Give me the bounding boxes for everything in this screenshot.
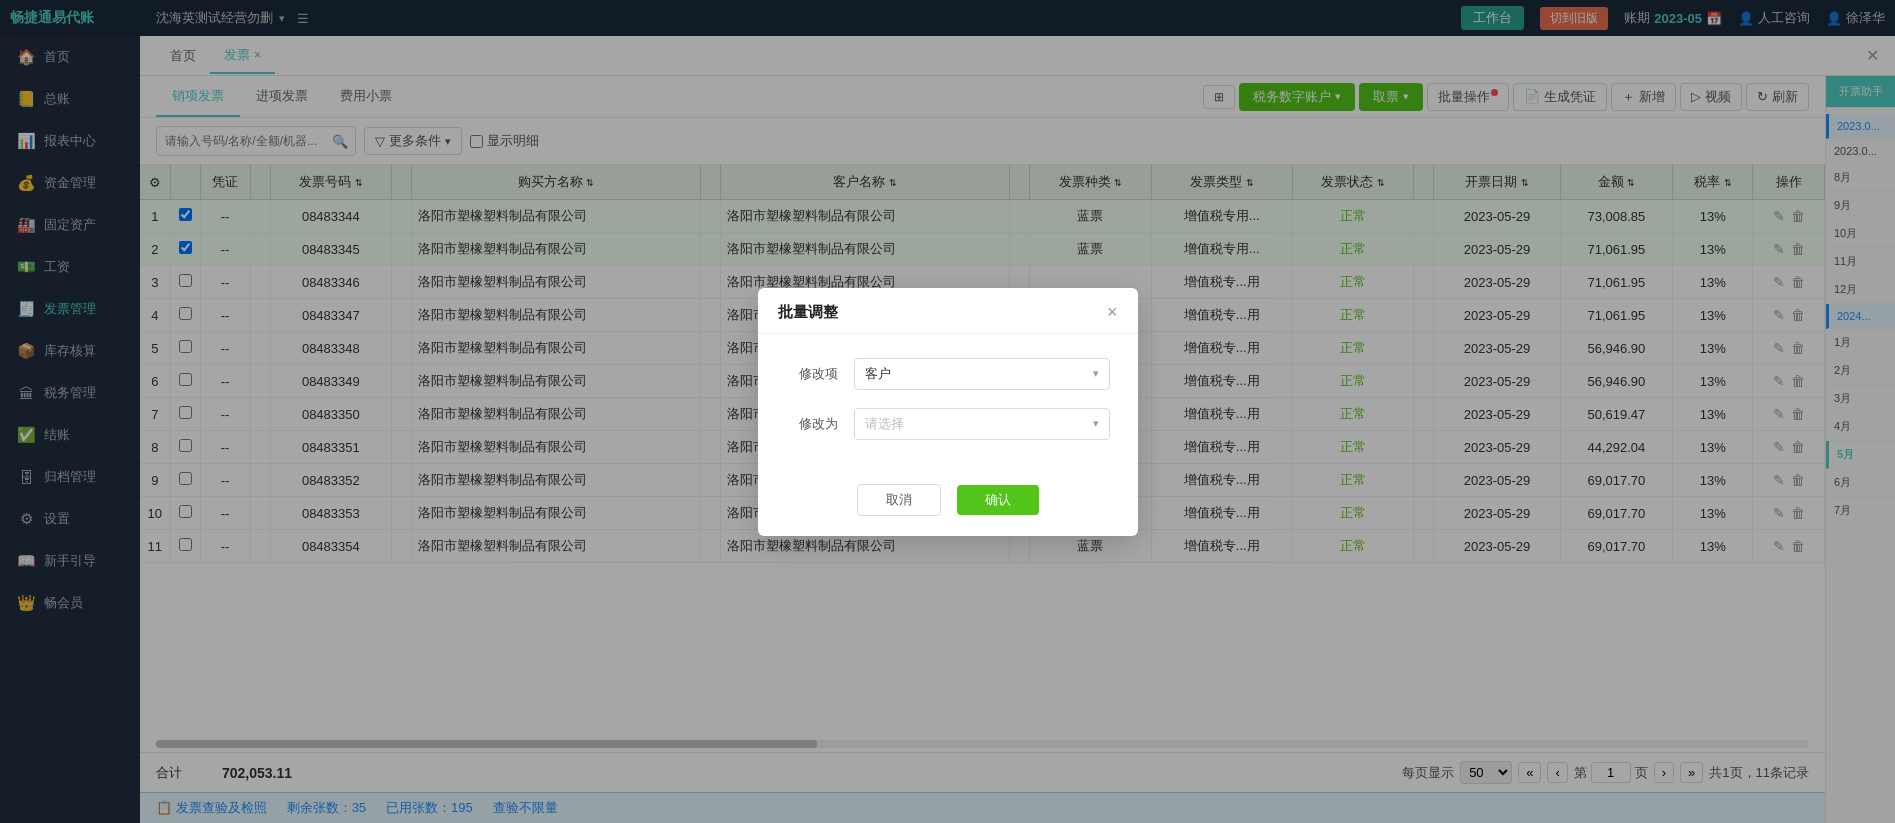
modal-close-button[interactable]: × [1107, 302, 1118, 323]
modal-overlay: 批量调整 × 修改项 客户 ▾ 修改为 请选择 ▾ 取消 确认 [0, 0, 1895, 823]
modal-header: 批量调整 × [758, 288, 1138, 334]
modal-title: 批量调整 [778, 303, 838, 322]
value-dropdown-icon: ▾ [1093, 417, 1099, 430]
confirm-button[interactable]: 确认 [957, 485, 1039, 515]
field-label: 修改项 [786, 365, 838, 383]
value-selector[interactable]: 请选择 ▾ [854, 408, 1110, 440]
value-placeholder: 请选择 [865, 415, 904, 433]
modal-field-row: 修改项 客户 ▾ [786, 358, 1110, 390]
modal-footer: 取消 确认 [758, 474, 1138, 536]
batch-adjust-modal: 批量调整 × 修改项 客户 ▾ 修改为 请选择 ▾ 取消 确认 [758, 288, 1138, 536]
modal-body: 修改项 客户 ▾ 修改为 请选择 ▾ [758, 334, 1138, 474]
modal-value-row: 修改为 请选择 ▾ [786, 408, 1110, 440]
field-selector[interactable]: 客户 ▾ [854, 358, 1110, 390]
cancel-button[interactable]: 取消 [857, 484, 941, 516]
value-label: 修改为 [786, 415, 838, 433]
field-value: 客户 [865, 365, 891, 383]
field-dropdown-icon: ▾ [1093, 367, 1099, 380]
